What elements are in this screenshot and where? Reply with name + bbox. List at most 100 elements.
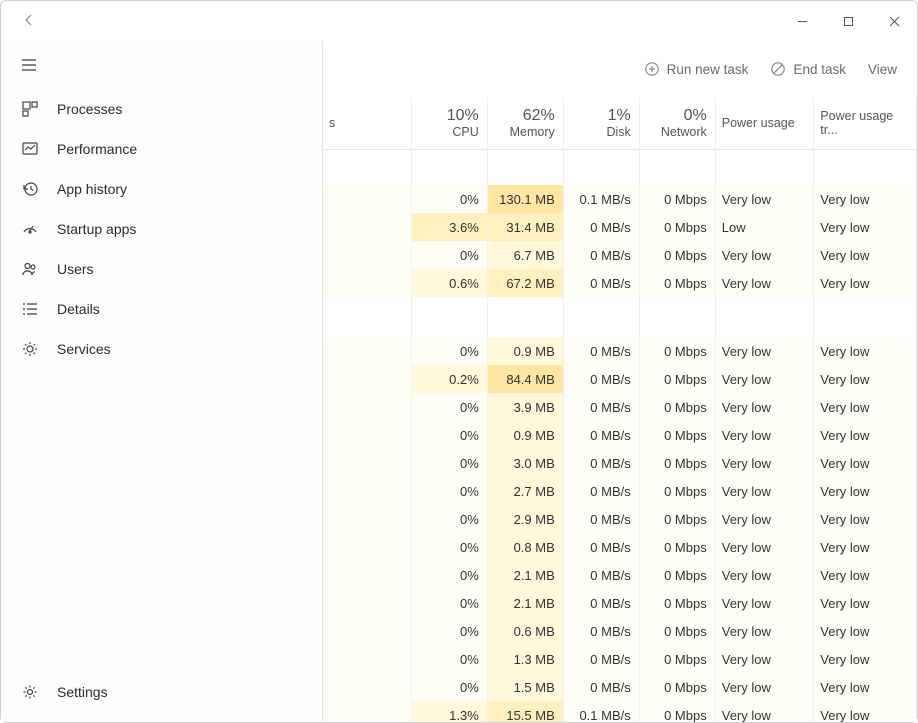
- table-row[interactable]: 0.2%84.4 MB0 MB/s0 MbpsVery lowVery low: [323, 365, 917, 393]
- table-row[interactable]: 0%3.9 MB0 MB/s0 MbpsVery lowVery low: [323, 393, 917, 421]
- cell-cpu: 0.6%: [411, 269, 487, 297]
- table-row[interactable]: 0%1.5 MB0 MB/s0 MbpsVery lowVery low: [323, 673, 917, 701]
- cell-network: 0 Mbps: [639, 673, 715, 701]
- cell-network: 0 Mbps: [639, 241, 715, 269]
- table-row[interactable]: [323, 149, 917, 185]
- cell-power-usage: Low: [715, 213, 814, 241]
- cell-power-usage: Very low: [715, 421, 814, 449]
- cell-memory: 0.9 MB: [487, 337, 563, 365]
- maximize-button[interactable]: [825, 5, 871, 37]
- end-task-button[interactable]: End task: [770, 61, 846, 77]
- cell-memory: 0.6 MB: [487, 617, 563, 645]
- cell-disk: 0 MB/s: [563, 241, 639, 269]
- nav-item-processes[interactable]: Processes: [1, 89, 322, 129]
- cell-cpu: 0%: [411, 505, 487, 533]
- col-header-power-usage-trend[interactable]: Power usage tr...: [814, 97, 917, 149]
- cell-power-usage-trend: Very low: [814, 617, 917, 645]
- nav-item-settings[interactable]: Settings: [1, 672, 322, 712]
- cell-power-usage: Very low: [715, 561, 814, 589]
- nav-item-label: App history: [57, 181, 127, 197]
- table-row[interactable]: 1.3%15.5 MB0.1 MB/s0 MbpsVery lowVery lo…: [323, 701, 917, 722]
- window-controls: [779, 5, 917, 37]
- table-row[interactable]: 0%0.9 MB0 MB/s0 MbpsVery lowVery low: [323, 337, 917, 365]
- cell-power-usage: Very low: [715, 589, 814, 617]
- table-row[interactable]: 0%3.0 MB0 MB/s0 MbpsVery lowVery low: [323, 449, 917, 477]
- cell-power-usage: [715, 149, 814, 185]
- cell-name: [323, 365, 411, 393]
- table-row[interactable]: 0%0.8 MB0 MB/s0 MbpsVery lowVery low: [323, 533, 917, 561]
- cell-network: 0 Mbps: [639, 561, 715, 589]
- cell-network: 0 Mbps: [639, 589, 715, 617]
- table-row[interactable]: 0%2.1 MB0 MB/s0 MbpsVery lowVery low: [323, 561, 917, 589]
- col-header-name[interactable]: s: [323, 97, 411, 149]
- back-button[interactable]: [21, 12, 41, 31]
- table-row[interactable]: 0%2.7 MB0 MB/s0 MbpsVery lowVery low: [323, 477, 917, 505]
- table-row[interactable]: 0%0.9 MB0 MB/s0 MbpsVery lowVery low: [323, 421, 917, 449]
- menu-icon: [20, 56, 38, 74]
- col-header-power-usage[interactable]: Power usage: [715, 97, 814, 149]
- nav-item-label: Performance: [57, 141, 137, 157]
- cell-name: [323, 393, 411, 421]
- cell-network: 0 Mbps: [639, 449, 715, 477]
- table-row[interactable]: [323, 297, 917, 337]
- cell-power-usage-trend: [814, 297, 917, 337]
- minimize-button[interactable]: [779, 5, 825, 37]
- close-button[interactable]: [871, 5, 917, 37]
- nav-item-label: Processes: [57, 101, 122, 117]
- nav-item-details[interactable]: Details: [1, 289, 322, 329]
- view-button[interactable]: View: [868, 62, 897, 77]
- cell-power-usage: Very low: [715, 477, 814, 505]
- col-header-cpu[interactable]: 10% CPU: [411, 97, 487, 149]
- table-row[interactable]: 3.6%31.4 MB0 MB/s0 MbpsLowVery low: [323, 213, 917, 241]
- nav-item-label: Details: [57, 301, 100, 317]
- cell-power-usage: Very low: [715, 241, 814, 269]
- table-row[interactable]: 0%2.9 MB0 MB/s0 MbpsVery lowVery low: [323, 505, 917, 533]
- col-header-disk[interactable]: 1% Disk: [563, 97, 639, 149]
- cell-disk: 0.1 MB/s: [563, 185, 639, 213]
- cell-disk: 0 MB/s: [563, 477, 639, 505]
- cell-power-usage-trend: Very low: [814, 393, 917, 421]
- run-new-task-button[interactable]: Run new task: [644, 61, 749, 77]
- cell-cpu: [411, 297, 487, 337]
- table-row[interactable]: 0.6%67.2 MB0 MB/s0 MbpsVery lowVery low: [323, 269, 917, 297]
- table-row[interactable]: 0%1.3 MB0 MB/s0 MbpsVery lowVery low: [323, 645, 917, 673]
- cell-network: 0 Mbps: [639, 421, 715, 449]
- table-row[interactable]: 0%6.7 MB0 MB/s0 MbpsVery lowVery low: [323, 241, 917, 269]
- table-row[interactable]: 0%0.6 MB0 MB/s0 MbpsVery lowVery low: [323, 617, 917, 645]
- col-header-network[interactable]: 0% Network: [639, 97, 715, 149]
- users-icon: [21, 260, 39, 278]
- nav-item-startup-apps[interactable]: Startup apps: [1, 209, 322, 249]
- cell-power-usage: Very low: [715, 505, 814, 533]
- cell-name: [323, 561, 411, 589]
- cell-memory: 1.3 MB: [487, 645, 563, 673]
- cell-power-usage: Very low: [715, 701, 814, 722]
- cell-network: 0 Mbps: [639, 701, 715, 722]
- settings-icon: [21, 683, 39, 701]
- nav-item-services[interactable]: Services: [1, 329, 322, 369]
- cell-disk: 0 MB/s: [563, 421, 639, 449]
- cell-power-usage-trend: Very low: [814, 673, 917, 701]
- nav-item-performance[interactable]: Performance: [1, 129, 322, 169]
- cell-name: [323, 213, 411, 241]
- nav-item-users[interactable]: Users: [1, 249, 322, 289]
- cell-cpu: 0%: [411, 617, 487, 645]
- cell-network: [639, 297, 715, 337]
- cell-cpu: 1.3%: [411, 701, 487, 722]
- cell-power-usage: Very low: [715, 645, 814, 673]
- cell-network: 0 Mbps: [639, 505, 715, 533]
- cell-memory: 2.1 MB: [487, 589, 563, 617]
- table-row[interactable]: 0%2.1 MB0 MB/s0 MbpsVery lowVery low: [323, 589, 917, 617]
- table-row[interactable]: 0%130.1 MB0.1 MB/s0 MbpsVery lowVery low: [323, 185, 917, 213]
- cell-name: [323, 149, 411, 185]
- table-header-row: s 10% CPU 62% Memory 1% Disk 0%: [323, 97, 917, 149]
- cell-power-usage-trend: Very low: [814, 477, 917, 505]
- col-header-memory[interactable]: 62% Memory: [487, 97, 563, 149]
- cell-name: [323, 533, 411, 561]
- nav-item-label: Startup apps: [57, 221, 136, 237]
- cell-memory: 2.1 MB: [487, 561, 563, 589]
- nav-item-app-history[interactable]: App history: [1, 169, 322, 209]
- hamburger-button[interactable]: [5, 45, 53, 85]
- cell-disk: [563, 149, 639, 185]
- cell-memory: 84.4 MB: [487, 365, 563, 393]
- cell-power-usage-trend: Very low: [814, 645, 917, 673]
